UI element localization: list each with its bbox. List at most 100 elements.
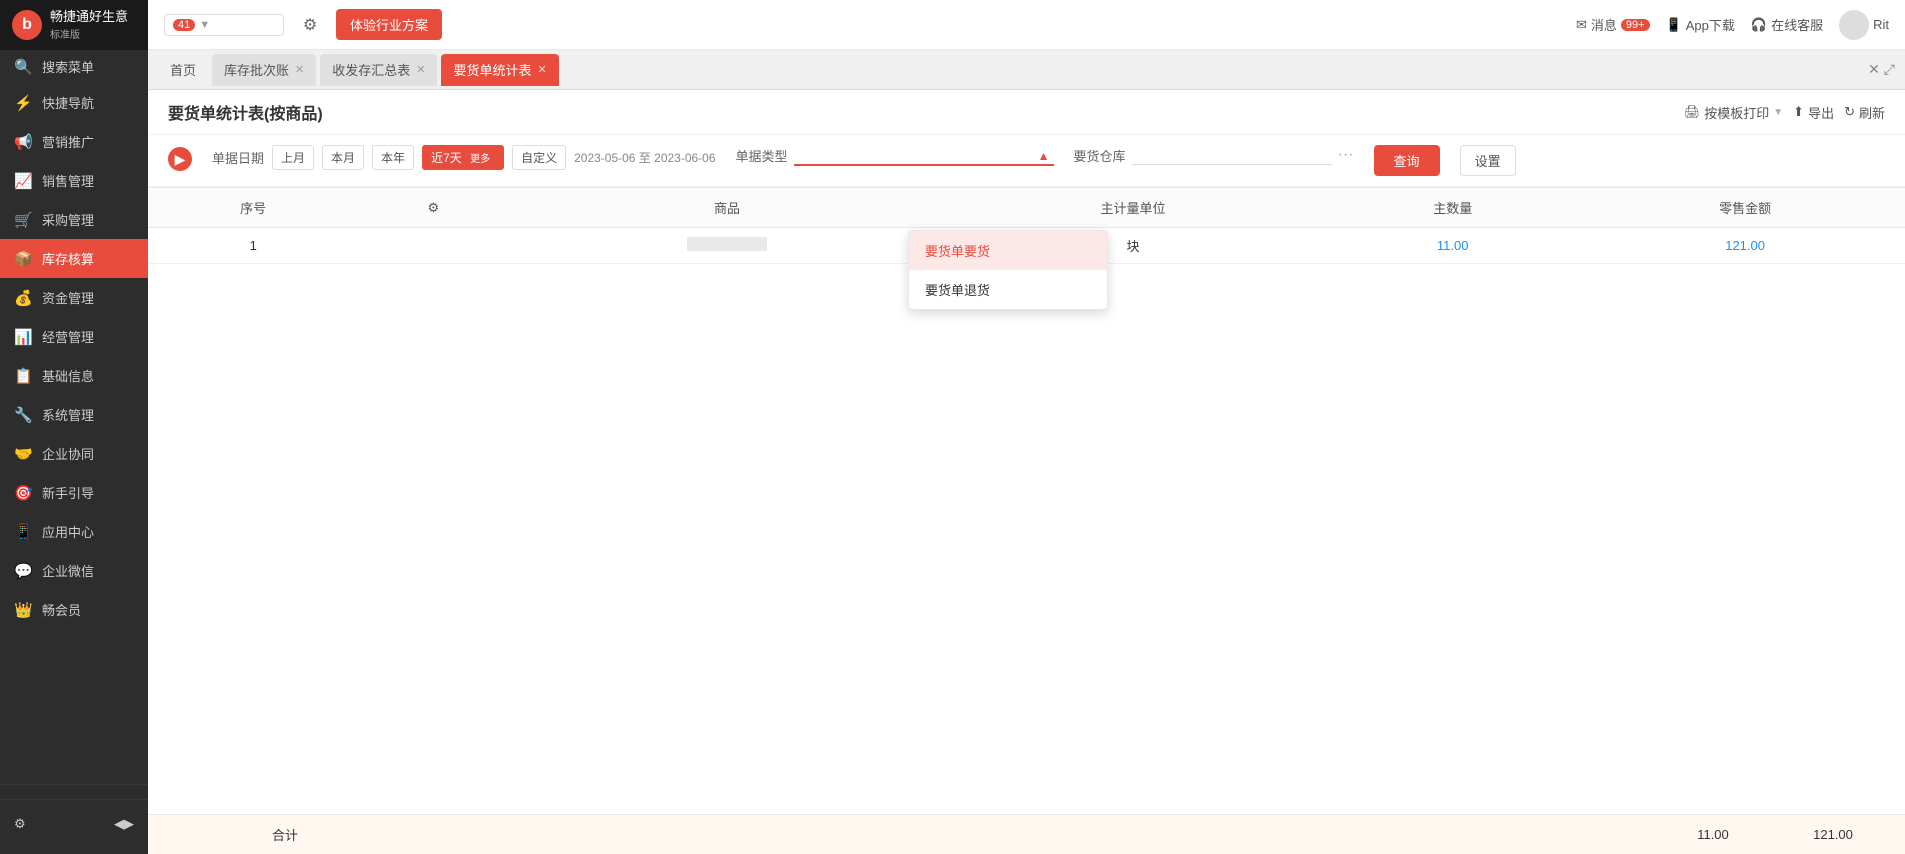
- date-btn-this-year[interactable]: 本年: [372, 145, 414, 170]
- footer-quantity: 11.00: [1697, 827, 1729, 842]
- settings-button[interactable]: ⚙: [0, 808, 40, 840]
- cell-product: [508, 228, 945, 264]
- date-btn-this-month[interactable]: 本月: [322, 145, 364, 170]
- cell-amount[interactable]: 121.00: [1585, 228, 1905, 264]
- app-logo: b 畅捷通好生意 标准版: [0, 0, 148, 50]
- sidebar-purchase-label: 采购管理: [42, 210, 94, 229]
- sidebar-item-search[interactable]: 🔍 搜索菜单: [0, 50, 148, 83]
- tab-order-stat[interactable]: 要货单统计表 ✕: [441, 54, 558, 86]
- date-btn-7days[interactable]: 近7天 更多: [422, 145, 504, 170]
- refresh-icon: ↻: [1844, 104, 1855, 120]
- quicknav-icon: ⚡: [14, 94, 32, 112]
- sidebar-item-newbie[interactable]: 🎯 新手引导: [0, 473, 148, 512]
- refresh-button[interactable]: ↻ 刷新: [1844, 103, 1885, 122]
- warehouse-more-icon[interactable]: ···: [1338, 146, 1354, 164]
- page-title: 要货单统计表(按商品): [168, 100, 323, 124]
- tab-batch-close-icon[interactable]: ✕: [295, 63, 304, 76]
- dropdown-arrow-icon: ▼: [199, 19, 210, 31]
- member-icon: 👑: [14, 601, 32, 619]
- sidebar-member-label: 畅会员: [42, 600, 81, 619]
- messages-button[interactable]: ✉ 消息 99+: [1576, 15, 1650, 34]
- cell-settings: [358, 228, 508, 264]
- dropdown-item-order-goods[interactable]: 要货单要货: [909, 231, 1107, 270]
- gear-button[interactable]: ⚙: [296, 11, 324, 39]
- sidebar-bottom: ⚙ ◀▶: [0, 784, 148, 854]
- sidebar-item-quicknav[interactable]: ⚡ 快捷导航: [0, 83, 148, 122]
- hot-badge: 更多: [465, 153, 495, 166]
- sidebar-item-marketing[interactable]: 📢 营销推广: [0, 122, 148, 161]
- sidebar-item-operation[interactable]: 📊 经营管理: [0, 317, 148, 356]
- export-button[interactable]: ⬆ 导出: [1793, 103, 1834, 122]
- trial-button[interactable]: 体验行业方案: [336, 9, 442, 40]
- cell-quantity[interactable]: 11.00: [1320, 228, 1585, 264]
- query-button[interactable]: 查询: [1374, 145, 1440, 176]
- date-btn-last-month[interactable]: 上月: [272, 145, 314, 170]
- sidebar-item-appstore[interactable]: 📱 应用中心: [0, 512, 148, 551]
- user-name: Rit: [1873, 17, 1889, 32]
- company-num-badge: 41: [173, 19, 195, 31]
- settings-filter-button[interactable]: 设置: [1460, 145, 1516, 176]
- quantity-link[interactable]: 11.00: [1437, 238, 1469, 253]
- tab-fullscreen-icon[interactable]: ⤢: [1884, 61, 1895, 78]
- print-icon: 🖨: [1684, 104, 1701, 120]
- tab-batch[interactable]: 库存批次账 ✕: [212, 54, 316, 86]
- type-filter-group: 单据类型 ▲: [736, 145, 1054, 166]
- sidebar-finance-label: 资金管理: [42, 288, 94, 307]
- sidebar-scroll: 🔍 搜索菜单 ⚡ 快捷导航 📢 营销推广 📈 销售管理 🛒 采购管理 📦 库存核…: [0, 50, 148, 784]
- logo-text: 畅捷通好生意 标准版: [50, 9, 128, 41]
- sidebar-item-finance[interactable]: 💰 资金管理: [0, 278, 148, 317]
- sidebar-item-basic[interactable]: 📋 基础信息: [0, 356, 148, 395]
- page-header: 要货单统计表(按商品) 🖨 按模板打印 ▼ ⬆ 导出 ↻ 刷新: [148, 90, 1905, 135]
- tab-receivable[interactable]: 收发存汇总表 ✕: [320, 54, 437, 86]
- dropdown-item-order-return[interactable]: 要货单退货: [909, 270, 1107, 309]
- tab-close-all-icon[interactable]: ✕: [1868, 61, 1880, 78]
- avatar-image: [1839, 10, 1869, 40]
- sidebar-item-member[interactable]: 👑 畅会员: [0, 590, 148, 629]
- product-placeholder: [687, 237, 767, 251]
- sidebar-item-wechat[interactable]: 💬 企业微信: [0, 551, 148, 590]
- type-select-wrapper: ▲: [794, 145, 1054, 166]
- date-filter-label: 单据日期: [212, 148, 264, 167]
- sidebar-wechat-label: 企业微信: [42, 561, 94, 580]
- sidebar-appstore-label: 应用中心: [42, 522, 94, 541]
- company-selector[interactable]: 41 ▼: [164, 14, 284, 36]
- app-download-button[interactable]: 📱 App下载: [1666, 15, 1735, 34]
- tab-receivable-close-icon[interactable]: ✕: [416, 63, 425, 76]
- footer-amount: 121.00: [1813, 827, 1853, 842]
- refresh-label: 刷新: [1859, 103, 1885, 122]
- tab-order-stat-close-icon[interactable]: ✕: [538, 63, 547, 76]
- col-header-unit: 主计量单位: [946, 188, 1320, 228]
- sidebar-operation-label: 经营管理: [42, 327, 94, 346]
- date-btn-custom[interactable]: 自定义: [512, 145, 566, 170]
- header-left: 41 ▼ ⚙ 体验行业方案: [164, 9, 442, 40]
- user-avatar[interactable]: Rit: [1839, 10, 1889, 40]
- print-button[interactable]: 🖨 按模板打印 ▼: [1684, 103, 1783, 122]
- amount-link[interactable]: 121.00: [1725, 238, 1765, 253]
- sidebar-item-inventory[interactable]: 📦 库存核算: [0, 239, 148, 278]
- type-select-input[interactable]: [794, 145, 1054, 166]
- messages-badge: 99+: [1621, 19, 1650, 31]
- sidebar-item-system[interactable]: 🔧 系统管理: [0, 395, 148, 434]
- top-header: 41 ▼ ⚙ 体验行业方案 ✉ 消息 99+ 📱 App下载 🎧 在线客服 R: [148, 0, 1905, 50]
- warehouse-input[interactable]: [1132, 145, 1332, 164]
- tab-home-label: 首页: [170, 60, 196, 79]
- sidebar-item-enterprise[interactable]: 🤝 企业协同: [0, 434, 148, 473]
- col-header-settings[interactable]: ⚙: [358, 188, 508, 228]
- sidebar-sales-label: 销售管理: [42, 171, 94, 190]
- online-service-button[interactable]: 🎧 在线客服: [1751, 15, 1823, 34]
- online-service-label: 在线客服: [1771, 15, 1823, 34]
- purchase-icon: 🛒: [14, 211, 32, 229]
- system-icon: 🔧: [14, 406, 32, 424]
- collapse-button[interactable]: ◀▶: [100, 808, 148, 840]
- tab-expand-btn: ✕ ⤢: [1868, 61, 1895, 78]
- filter-expand-button[interactable]: ▶: [168, 147, 192, 171]
- tab-home[interactable]: 首页: [158, 54, 208, 86]
- sidebar-item-sales[interactable]: 📈 销售管理: [0, 161, 148, 200]
- page-content: 要货单统计表(按商品) 🖨 按模板打印 ▼ ⬆ 导出 ↻ 刷新 ▶: [148, 90, 1905, 854]
- sidebar-item-purchase[interactable]: 🛒 采购管理: [0, 200, 148, 239]
- inventory-icon: 📦: [14, 250, 32, 268]
- newbie-icon: 🎯: [14, 484, 32, 502]
- col-header-product: 商品: [508, 188, 945, 228]
- type-dropdown: 要货单要货 要货单退货: [908, 230, 1108, 310]
- operation-icon: 📊: [14, 328, 32, 346]
